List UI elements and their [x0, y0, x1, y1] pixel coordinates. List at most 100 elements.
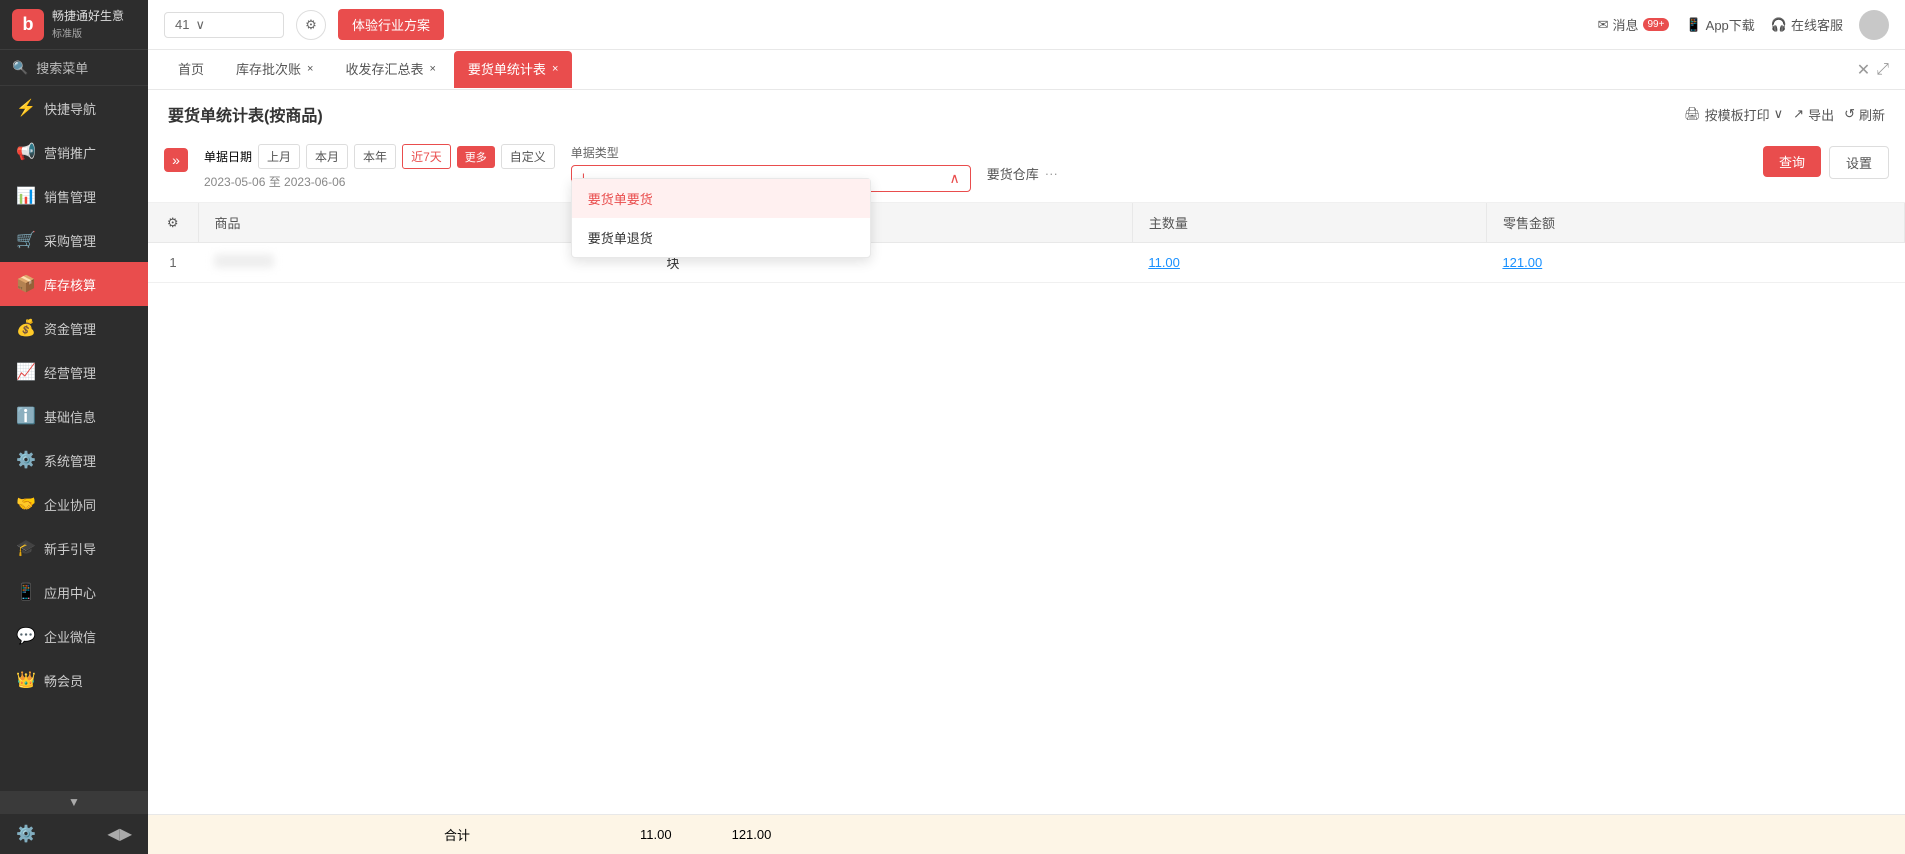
tab-order-stats-label: 要货单统计表	[468, 59, 546, 78]
settings-button[interactable]: ⚙	[296, 10, 326, 40]
main-area: 41 ∨ ⚙ 体验行业方案 ✉ 消息 99+ 📱 App下载 🎧 在线客服	[148, 0, 1905, 854]
filter-bar: » 单据日期 上月 本月 本年 近7天 更多 自定义 2023-05-06 至 …	[148, 134, 1905, 203]
gear-icon: ⚙	[305, 17, 317, 33]
guide-icon: 🎓	[16, 538, 34, 558]
warehouse-dots[interactable]: ···	[1045, 166, 1058, 181]
refresh-btn[interactable]: ↺ 刷新	[1844, 105, 1885, 124]
table-footer: 合计 11.00 121.00	[148, 814, 1905, 854]
purchase-icon: 🛒	[16, 230, 34, 250]
sidebar-item-app-center[interactable]: 📱 应用中心	[0, 570, 148, 614]
wechat-label: 企业微信	[44, 627, 96, 646]
data-table: ⚙ 商品 主计量单位 主数量 零售金额 1 块 11.00	[148, 203, 1905, 283]
tabs-bar: 首页 库存批次账 × 收发存汇总表 × 要货单统计表 × ✕ ⤢	[148, 50, 1905, 90]
tab-batch-account-close[interactable]: ×	[307, 63, 313, 75]
filter-btn-recent7[interactable]: 近7天	[402, 144, 451, 169]
tab-batch-account[interactable]: 库存批次账 ×	[222, 51, 327, 88]
company-selector[interactable]: 41 ∨	[164, 12, 284, 38]
system-icon: ⚙️	[16, 450, 34, 470]
filter-expand-btn[interactable]: »	[164, 148, 188, 172]
table-header-row: ⚙ 商品 主计量单位 主数量 零售金额	[148, 203, 1905, 243]
sidebar-item-operations[interactable]: 📈 经营管理	[0, 350, 148, 394]
dropdown-option-0[interactable]: 要货单要货	[572, 179, 870, 218]
sidebar-search[interactable]: 🔍 搜索菜单	[0, 50, 148, 86]
date-label: 单据日期	[204, 148, 252, 165]
sidebar-item-guide[interactable]: 🎓 新手引导	[0, 526, 148, 570]
sidebar-item-quick-nav[interactable]: ⚡ 快捷导航	[0, 86, 148, 130]
basic-info-icon: ℹ️	[16, 406, 34, 426]
marketing-icon: 📢	[16, 142, 34, 162]
tab-summary[interactable]: 收发存汇总表 ×	[331, 51, 449, 88]
enterprise-label: 企业协同	[44, 495, 96, 514]
refresh-icon: ↺	[1844, 106, 1855, 122]
sidebar-nav: ⚡ 快捷导航 📢 营销推广 📊 销售管理 🛒 采购管理 📦 库存核算 💰 资金管…	[0, 86, 148, 791]
sales-label: 销售管理	[44, 187, 96, 206]
tab-order-stats[interactable]: 要货单统计表 ×	[454, 51, 572, 88]
sidebar-item-inventory[interactable]: 📦 库存核算	[0, 262, 148, 306]
user-avatar[interactable]	[1859, 10, 1889, 40]
page-content: 要货单统计表(按商品) 🖨 按模板打印 ∨ ↗ 导出 ↺ 刷新 »	[148, 90, 1905, 854]
sidebar-item-purchase[interactable]: 🛒 采购管理	[0, 218, 148, 262]
print-chevron-icon: ∨	[1774, 106, 1784, 122]
inventory-label: 库存核算	[44, 275, 96, 294]
trial-btn[interactable]: 体验行业方案	[338, 9, 444, 40]
sidebar-item-basic-info[interactable]: ℹ️ 基础信息	[0, 394, 148, 438]
filter-btn-custom[interactable]: 自定义	[501, 144, 555, 169]
tab-order-stats-close[interactable]: ×	[552, 63, 558, 75]
sidebar-item-marketing[interactable]: 📢 营销推广	[0, 130, 148, 174]
search-icon: 🔍	[12, 60, 28, 76]
type-chevron-icon: ∧	[950, 170, 960, 187]
print-btn[interactable]: 🖨 按模板打印 ∨	[1684, 105, 1783, 124]
settings-icon[interactable]: ⚙️	[16, 824, 36, 844]
topbar: 41 ∨ ⚙ 体验行业方案 ✉ 消息 99+ 📱 App下载 🎧 在线客服	[148, 0, 1905, 50]
topbar-actions: ✉ 消息 99+ 📱 App下载 🎧 在线客服	[1598, 10, 1889, 40]
footer-quantity: 11.00	[640, 827, 672, 842]
sidebar-item-system[interactable]: ⚙️ 系统管理	[0, 438, 148, 482]
type-filter-group: 单据类型 | ∧ 要货单要货 要货单退货	[571, 144, 971, 192]
sidebar-item-member[interactable]: 👑 畅会员	[0, 658, 148, 702]
type-dropdown: 要货单要货 要货单退货	[571, 178, 871, 258]
purchase-label: 采购管理	[44, 231, 96, 250]
app-name: 畅捷通好生意	[52, 9, 124, 25]
phone-icon: 📱	[1685, 17, 1701, 33]
messages-action[interactable]: ✉ 消息 99+	[1598, 15, 1670, 34]
app-center-label: 应用中心	[44, 583, 96, 602]
dropdown-option-1[interactable]: 要货单退货	[572, 218, 870, 257]
cell-amount: 121.00	[1486, 243, 1904, 283]
query-btn[interactable]: 查询	[1763, 146, 1821, 177]
tab-home[interactable]: 首页	[164, 51, 218, 88]
system-label: 系统管理	[44, 451, 96, 470]
filter-btn-this-month[interactable]: 本月	[306, 144, 348, 169]
settings-btn[interactable]: 设置	[1829, 146, 1889, 179]
expand-tab[interactable]: ⤢	[1876, 61, 1889, 79]
sidebar-item-sales[interactable]: 📊 销售管理	[0, 174, 148, 218]
close-all-tabs[interactable]: ✕	[1857, 60, 1870, 80]
export-btn[interactable]: ↗ 导出	[1793, 105, 1834, 124]
app-download-action[interactable]: 📱 App下载	[1685, 15, 1754, 34]
sidebar-item-enterprise[interactable]: 🤝 企业协同	[0, 482, 148, 526]
col-header-quantity: 主数量	[1132, 203, 1486, 243]
footer-label: 合计	[444, 825, 470, 844]
messages-badge: 99+	[1643, 18, 1670, 31]
sales-icon: 📊	[16, 186, 34, 206]
page-header: 要货单统计表(按商品) 🖨 按模板打印 ∨ ↗ 导出 ↺ 刷新	[148, 90, 1905, 134]
app-center-icon: 📱	[16, 582, 34, 602]
warehouse-filter-group: 要货仓库 ···	[987, 144, 1058, 183]
sidebar-scroll-down[interactable]: ▼	[0, 791, 148, 813]
tab-home-label: 首页	[178, 59, 204, 78]
sidebar-item-finance[interactable]: 💰 资金管理	[0, 306, 148, 350]
finance-icon: 💰	[16, 318, 34, 338]
wechat-icon: 💬	[16, 626, 34, 646]
collapse-icon[interactable]: ◀▶	[107, 824, 132, 844]
finance-label: 资金管理	[44, 319, 96, 338]
print-label: 按模板打印	[1705, 105, 1770, 124]
filter-btn-this-year[interactable]: 本年	[354, 144, 396, 169]
filter-btn-more[interactable]: 更多	[457, 146, 495, 168]
cell-index: 1	[148, 243, 198, 283]
tab-summary-close[interactable]: ×	[429, 63, 435, 75]
col-header-amount: 零售金额	[1486, 203, 1904, 243]
col-header-gear[interactable]: ⚙	[148, 203, 198, 243]
online-service-action[interactable]: 🎧 在线客服	[1771, 15, 1843, 34]
online-service-label: 在线客服	[1791, 15, 1843, 34]
sidebar-item-wechat[interactable]: 💬 企业微信	[0, 614, 148, 658]
filter-btn-up-month[interactable]: 上月	[258, 144, 300, 169]
